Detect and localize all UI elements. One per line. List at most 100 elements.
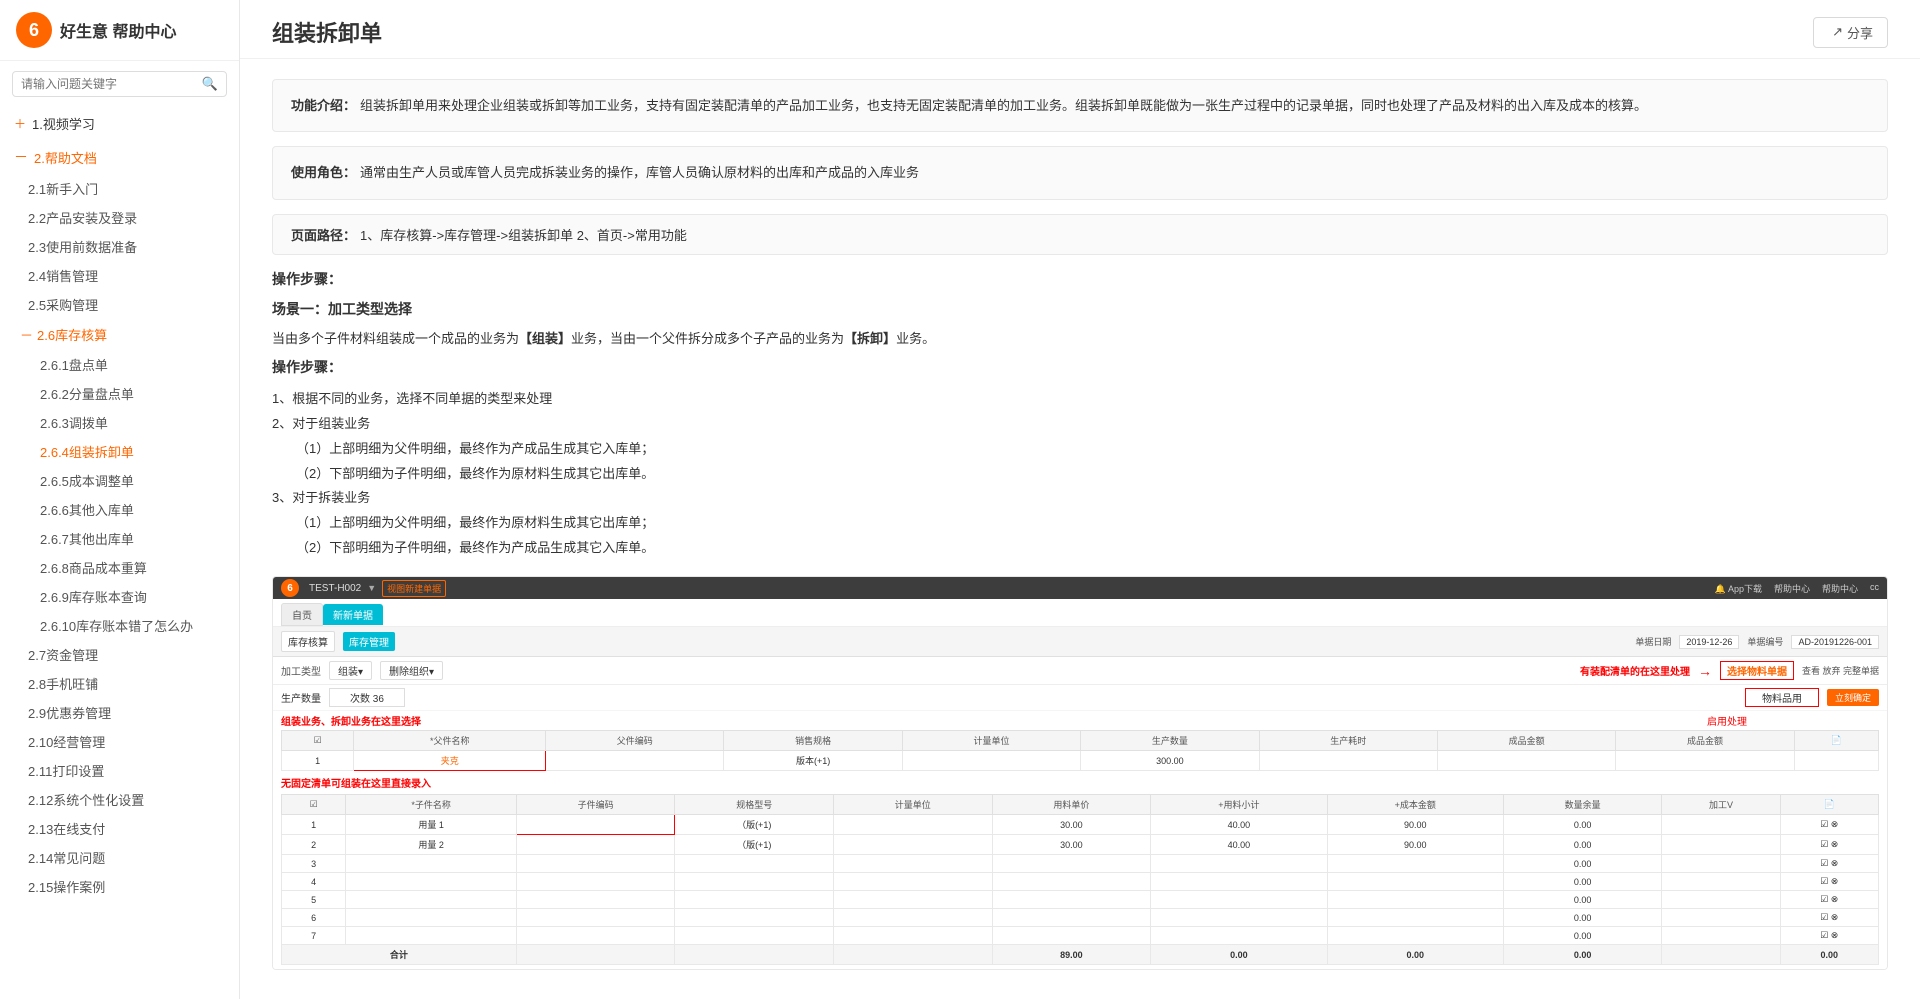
mock-upper-cell-unit: [902, 751, 1080, 771]
app-logo: 6: [16, 12, 52, 48]
mock-tab-new: 新新单据: [323, 604, 383, 625]
function-intro-text: 组装拆卸单用来处理企业组装或拆卸等加工业务，支持有固定装配清单的产品加工业务，也…: [360, 98, 1647, 113]
sidebar-item-s2[interactable]: － 2.帮助文档: [0, 140, 239, 174]
mock-dropdown-icon: ▼: [367, 583, 376, 593]
mock-lth-child-code: 子件编码: [516, 795, 675, 815]
mock-lower-row-3: 30.00☑ ⊗: [282, 855, 1879, 873]
sidebar-item-s27[interactable]: 2.7资金管理: [0, 640, 239, 669]
mock-lr2-price: 30.00: [992, 835, 1151, 855]
step2: 2、对于组装业务: [272, 412, 1888, 437]
mock-th-spec: 销售规格: [724, 731, 902, 751]
sidebar-item-s26[interactable]: － 2.6库存核算: [0, 319, 239, 350]
mock-nav-right: 🔔 App下载 帮助中心 帮助中心 cc: [1715, 582, 1879, 595]
sidebar-item-s29[interactable]: 2.9优惠券管理: [0, 698, 239, 727]
mock-qty-row: 生产数量 次数 36 物料品用 立刻确定: [273, 685, 1887, 711]
mock-lth-remain: 数量余量: [1503, 795, 1662, 815]
sidebar-item-s210[interactable]: 2.10经营管理: [0, 727, 239, 756]
scenario-title: 场景一：加工类型选择: [272, 299, 1888, 319]
minus-icon: －: [14, 147, 28, 167]
mock-th-parent-name: *父件名称: [354, 731, 546, 751]
mock-wuliao-input: 物料品用: [1745, 688, 1819, 707]
annotation-zuluzhuru: 无固定清单可组装在这里直接录入: [281, 779, 431, 790]
mock-th-parent-code: 父件编码: [546, 731, 724, 751]
mock-help-center: 帮助中心: [1774, 582, 1810, 595]
sidebar-item-s213[interactable]: 2.13在线支付: [0, 814, 239, 843]
content-area: 功能介绍： 组装拆卸单用来处理企业组装或拆卸等加工业务，支持有固定装配清单的产品加…: [240, 59, 1920, 990]
page-title: 组装拆卸单: [272, 16, 382, 48]
sidebar-item-s263[interactable]: 2.6.3调拨单: [0, 408, 239, 437]
step2-sub1: （1）上部明细为父件明细，最终作为产成品生成其它入库单；: [272, 437, 1888, 462]
mock-inner-toolbar: 库存核算 库存管理 单据日期 2019-12-26 单据编号 AD-201912…: [273, 627, 1887, 657]
mock-th-op: 📄: [1794, 731, 1878, 751]
mock-footer-v2: 0.00: [1151, 945, 1327, 965]
function-intro-label: 功能介绍：: [291, 98, 356, 113]
mock-lr2-spec: （版(+1): [675, 835, 834, 855]
mock-lr1-proc: [1662, 815, 1780, 835]
search-icon[interactable]: 🔍: [202, 76, 218, 92]
scenario-desc: 当由多个子件材料组装成一个成品的业务为【组装】业务，当由一个父件拆分成多个子产品…: [272, 327, 1888, 352]
sidebar-item-s25[interactable]: 2.5采购管理: [0, 290, 239, 319]
sidebar-item-s261[interactable]: 2.6.1盘点单: [0, 350, 239, 379]
sidebar-item-s28[interactable]: 2.8手机旺铺: [0, 669, 239, 698]
plus-icon: ＋: [14, 115, 26, 132]
sidebar-item-s211[interactable]: 2.11打印设置: [0, 756, 239, 785]
sidebar-item-s268[interactable]: 2.6.8商品成本重算: [0, 553, 239, 582]
search-box[interactable]: 🔍: [12, 71, 227, 97]
mock-lower-row-1: 1 用量 1 （版(+1) 30.00 40.00 90.00 0.00: [282, 815, 1879, 835]
sidebar-header: 6 好生意 帮助中心: [0, 0, 239, 61]
mock-type-label: 加工类型: [281, 663, 321, 678]
sidebar-item-s266[interactable]: 2.6.6其他入库单: [0, 495, 239, 524]
mock-th-check: ☑: [282, 731, 354, 751]
mock-row1: 加工类型 组装▾ 删除组织▾ 有装配清单的在这里处理 → 选择物料单据 查看 放…: [273, 657, 1887, 685]
sidebar-item-s269[interactable]: 2.6.9库存账本查询: [0, 582, 239, 611]
mock-logo: 6: [281, 579, 299, 597]
sidebar-item-s23[interactable]: 2.3使用前数据准备: [0, 232, 239, 261]
mock-upper-cell-spec: 版本(+1): [724, 751, 902, 771]
mock-tabs-row: 自贡 新新单据: [273, 599, 1887, 627]
mock-lr1-name: 用量 1: [346, 815, 516, 835]
sidebar-nav: ＋ 1.视频学习 － 2.帮助文档 2.1新手入门 2.2产品安装及登录 2.3…: [0, 107, 239, 999]
sidebar-item-s262[interactable]: 2.6.2分量盘点单: [0, 379, 239, 408]
mock-confirm-btn: 立刻确定: [1827, 689, 1879, 706]
mock-lr2-check: 2: [282, 835, 346, 855]
mock-lr1-unit: [834, 815, 993, 835]
sidebar-item-s1[interactable]: ＋ 1.视频学习: [0, 107, 239, 140]
sidebar-item-s214[interactable]: 2.14常见问题: [0, 843, 239, 872]
mock-btn-kucun: 库存核算: [281, 631, 335, 652]
sidebar-item-s267[interactable]: 2.6.7其他出库单: [0, 524, 239, 553]
sidebar-item-s264[interactable]: 2.6.4组装拆卸单: [0, 437, 239, 466]
share-button[interactable]: ↗ 分享: [1813, 17, 1888, 48]
mock-upper-cell-name: 夹克: [354, 751, 546, 771]
sidebar-item-s265[interactable]: 2.6.5成本调整单: [0, 466, 239, 495]
mock-upper-cell-qty: 300.00: [1081, 751, 1259, 771]
path-block: 页面路径：1、库存核算->库存管理->组装拆卸单 2、首页->常用功能: [272, 214, 1888, 255]
mock-ann-row: 组装业务、拆卸业务在这里选择 启用处理: [273, 711, 1887, 728]
mock-type-select: 组装▾: [329, 661, 372, 680]
mock-date-label: 单据日期: [1635, 635, 1671, 648]
step1: 1、根据不同的业务，选择不同单据的类型来处理: [272, 387, 1888, 412]
mock-footer-v1: 89.00: [992, 945, 1151, 965]
sidebar-item-s212[interactable]: 2.12系统个性化设置: [0, 785, 239, 814]
mock-th-unit: 计量单位: [902, 731, 1080, 751]
mock-bill-value: AD-20191226-001: [1791, 635, 1879, 649]
mock-upper-cell-amt1: [1437, 751, 1615, 771]
mock-btn-kucun-mgmt: 库存管理: [343, 632, 395, 651]
step3-sub1: （1）上部明细为父件明细，最终作为原材料生成其它出库单；: [272, 511, 1888, 536]
mock-footer-v3: 0.00: [1327, 945, 1503, 965]
mock-upper-cell-check: 1: [282, 751, 354, 771]
annotation-peizhidan: 有装配清单的在这里处理: [1580, 663, 1690, 678]
mock-user: cc: [1870, 582, 1879, 595]
mock-app-id: TEST-H002: [309, 583, 361, 594]
sidebar-item-s215[interactable]: 2.15操作案例: [0, 872, 239, 901]
sidebar-item-s21[interactable]: 2.1新手入门: [0, 174, 239, 203]
search-input[interactable]: [21, 77, 202, 91]
sidebar-item-s2610[interactable]: 2.6.10库存账本错了怎么办: [0, 611, 239, 640]
mock-app: 6 TEST-H002 ▼ 视图新建单据 🔔 App下载 帮助中心 帮助中心 c…: [273, 577, 1887, 969]
mock-lower-row-6: 60.00☑ ⊗: [282, 909, 1879, 927]
sidebar-item-s24[interactable]: 2.4销售管理: [0, 261, 239, 290]
sidebar-item-s22[interactable]: 2.2产品安装及登录: [0, 203, 239, 232]
mock-qty-label: 生产数量: [281, 690, 321, 705]
minus-icon-s26: －: [20, 325, 33, 344]
mock-lower-table: ☑ *子件名称 子件编码 规格型号 计量单位 用料单价 +用料小计 +成本金额 …: [281, 794, 1879, 965]
mock-lower-row-7: 70.00☑ ⊗: [282, 927, 1879, 945]
